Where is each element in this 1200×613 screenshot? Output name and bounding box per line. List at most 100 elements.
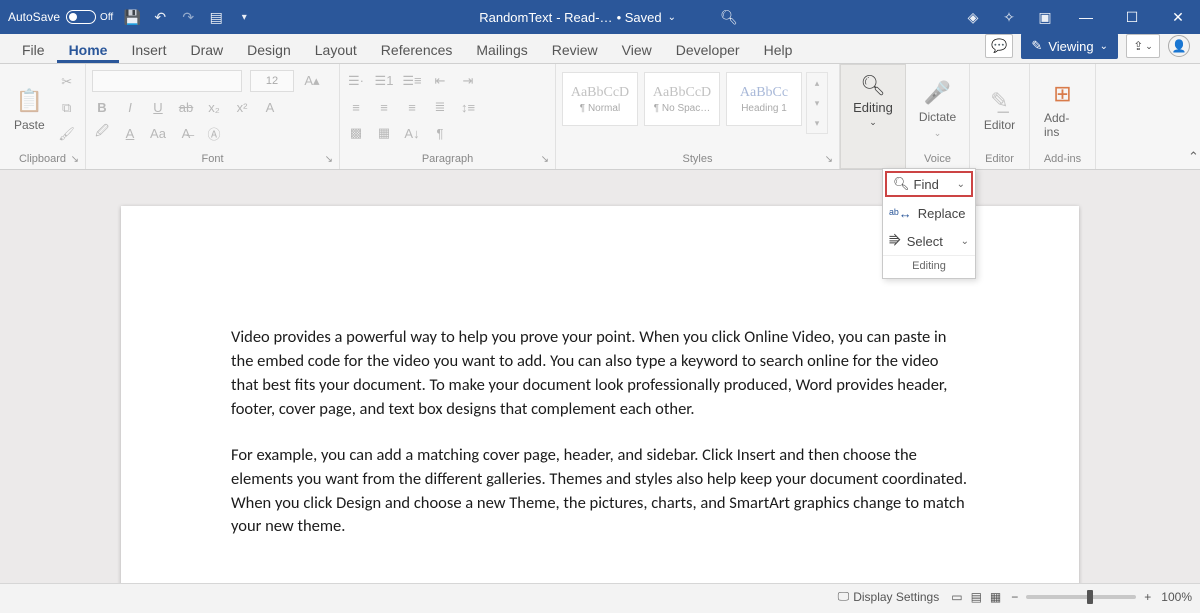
- web-layout-icon[interactable]: ▦: [990, 590, 1001, 604]
- chevron-down-icon[interactable]: ⌄: [957, 179, 965, 190]
- styles-up-icon[interactable]: ▴: [807, 73, 827, 93]
- account-avatar[interactable]: 👤: [1168, 35, 1190, 57]
- customize-qat-icon[interactable]: ▾: [235, 8, 253, 26]
- search-icon[interactable]: 🔍︎: [720, 8, 738, 26]
- addins-button[interactable]: ⊞ Add-ins: [1036, 68, 1089, 151]
- redo-icon[interactable]: ↷: [179, 8, 197, 26]
- borders-icon[interactable]: ▦: [374, 123, 394, 143]
- save-icon[interactable]: 💾: [123, 8, 141, 26]
- collapse-ribbon-icon[interactable]: ⌃: [1180, 145, 1200, 169]
- find-menu-item[interactable]: 🔍︎Find ⌄: [885, 171, 973, 197]
- share-button[interactable]: ⇪⌄: [1126, 34, 1160, 58]
- styles-more-icon[interactable]: ▾: [807, 113, 827, 133]
- replace-menu-item[interactable]: ᵃᵇ↔ Replace: [883, 199, 975, 227]
- inc-indent-icon[interactable]: ⇥: [458, 71, 478, 91]
- numbering-icon[interactable]: ☰1: [374, 71, 394, 91]
- tab-draw[interactable]: Draw: [178, 36, 235, 63]
- title-dropdown-icon[interactable]: ⌄: [668, 12, 676, 23]
- style-normal[interactable]: AaBbCcD ¶ Normal: [562, 72, 638, 126]
- minimize-button[interactable]: ―: [1072, 9, 1100, 25]
- italic-button[interactable]: I: [120, 97, 140, 117]
- subscript-icon[interactable]: x₂: [204, 97, 224, 117]
- dialog-launcher-icon[interactable]: ↘: [67, 154, 79, 165]
- read-mode-icon[interactable]: ▤: [971, 590, 982, 604]
- editing-button[interactable]: 🔍︎ Editing ⌄: [841, 65, 905, 132]
- font-color-icon[interactable]: A: [120, 123, 140, 143]
- ribbon-display-icon[interactable]: ▣: [1036, 8, 1054, 26]
- zoom-level[interactable]: 100%: [1161, 590, 1192, 604]
- clipboard-icon: 📋: [16, 88, 43, 114]
- sort-icon[interactable]: A↓: [402, 123, 422, 143]
- dialog-launcher-icon[interactable]: ↘: [537, 154, 549, 165]
- tab-references[interactable]: References: [369, 36, 465, 63]
- display-settings-label[interactable]: Display Settings: [853, 590, 939, 604]
- tab-file[interactable]: File: [10, 36, 57, 63]
- align-center-icon[interactable]: ≡: [374, 97, 394, 117]
- tab-layout[interactable]: Layout: [303, 36, 369, 63]
- align-left-icon[interactable]: ≡: [346, 97, 366, 117]
- cut-icon[interactable]: ✂: [57, 72, 77, 92]
- style-no-spacing[interactable]: AaBbCcD ¶ No Spac…: [644, 72, 720, 126]
- autosave-toggle[interactable]: AutoSave Off: [8, 10, 113, 24]
- dictate-button[interactable]: 🎤 Dictate ⌄: [912, 68, 963, 151]
- highlight-icon[interactable]: 🖉: [92, 123, 112, 143]
- zoom-out-icon[interactable]: −: [1011, 590, 1018, 604]
- tab-review[interactable]: Review: [540, 36, 610, 63]
- addins-icon: ⊞: [1053, 81, 1071, 107]
- diamond-icon[interactable]: ◈: [964, 8, 982, 26]
- tab-help[interactable]: Help: [752, 36, 805, 63]
- dialog-launcher-icon[interactable]: ↘: [321, 154, 333, 165]
- editor-icon: ✎̲: [990, 88, 1008, 114]
- underline-button[interactable]: U: [148, 97, 168, 117]
- change-case-icon[interactable]: Aa: [148, 123, 168, 143]
- tab-view[interactable]: View: [610, 36, 664, 63]
- paragraph-2[interactable]: For example, you can add a matching cove…: [231, 444, 969, 540]
- print-layout-icon[interactable]: ▭: [951, 590, 962, 604]
- dec-indent-icon[interactable]: ⇤: [430, 71, 450, 91]
- paragraph-1[interactable]: Video provides a powerful way to help yo…: [231, 326, 969, 422]
- tab-insert[interactable]: Insert: [119, 36, 178, 63]
- bullets-icon[interactable]: ☰·: [346, 71, 366, 91]
- undo-icon[interactable]: ↶: [151, 8, 169, 26]
- zoom-in-icon[interactable]: +: [1144, 590, 1151, 604]
- superscript-icon[interactable]: x²: [232, 97, 252, 117]
- clear-format-icon[interactable]: A̶: [176, 123, 196, 143]
- quick-access-icon[interactable]: ▤: [207, 8, 225, 26]
- tab-mailings[interactable]: Mailings: [464, 36, 539, 63]
- show-marks-icon[interactable]: ¶: [430, 123, 450, 143]
- display-settings-icon[interactable]: 🖵: [838, 589, 850, 604]
- char-border-icon[interactable]: Ⓐ: [204, 123, 224, 143]
- select-label: Select: [907, 234, 943, 249]
- text-effects-icon[interactable]: A: [260, 97, 280, 117]
- addins-group-label: Add-ins: [1044, 153, 1081, 165]
- paste-button[interactable]: 📋 Paste: [6, 68, 53, 151]
- format-painter-icon[interactable]: 🖌: [57, 124, 77, 144]
- select-menu-item[interactable]: ⭆ Select ⌄: [883, 227, 975, 255]
- strike-icon[interactable]: ab: [176, 97, 196, 117]
- align-right-icon[interactable]: ≡: [402, 97, 422, 117]
- comments-button[interactable]: 💬: [985, 34, 1013, 58]
- tab-design[interactable]: Design: [235, 36, 303, 63]
- multilevel-icon[interactable]: ☰≡: [402, 71, 422, 91]
- copy-icon[interactable]: ⧉: [57, 98, 77, 118]
- close-button[interactable]: ✕: [1164, 9, 1192, 26]
- font-name-combo[interactable]: [92, 70, 242, 92]
- viewing-mode-button[interactable]: ✎ Viewing ⌄: [1021, 33, 1118, 59]
- tab-home[interactable]: Home: [57, 36, 120, 63]
- zoom-slider[interactable]: [1026, 595, 1136, 599]
- styles-down-icon[interactable]: ▾: [807, 93, 827, 113]
- style-heading1[interactable]: AaBbCc Heading 1: [726, 72, 802, 126]
- dialog-launcher-icon[interactable]: ↘: [821, 154, 833, 165]
- font-size-combo[interactable]: 12: [250, 70, 294, 92]
- bold-button[interactable]: B: [92, 97, 112, 117]
- line-spacing-icon[interactable]: ↕≡: [458, 97, 478, 117]
- coming-soon-icon[interactable]: ✧: [1000, 8, 1018, 26]
- maximize-button[interactable]: ☐: [1118, 9, 1146, 26]
- grow-font-icon[interactable]: A▴: [302, 71, 322, 91]
- tab-developer[interactable]: Developer: [664, 36, 752, 63]
- group-voice: 🎤 Dictate ⌄ Voice: [906, 64, 970, 169]
- shading-icon[interactable]: ▩: [346, 123, 366, 143]
- styles-gallery[interactable]: AaBbCcD ¶ Normal AaBbCcD ¶ No Spac… AaBb…: [562, 72, 802, 126]
- editor-button[interactable]: ✎̲ Editor: [976, 68, 1023, 151]
- justify-icon[interactable]: ≣: [430, 97, 450, 117]
